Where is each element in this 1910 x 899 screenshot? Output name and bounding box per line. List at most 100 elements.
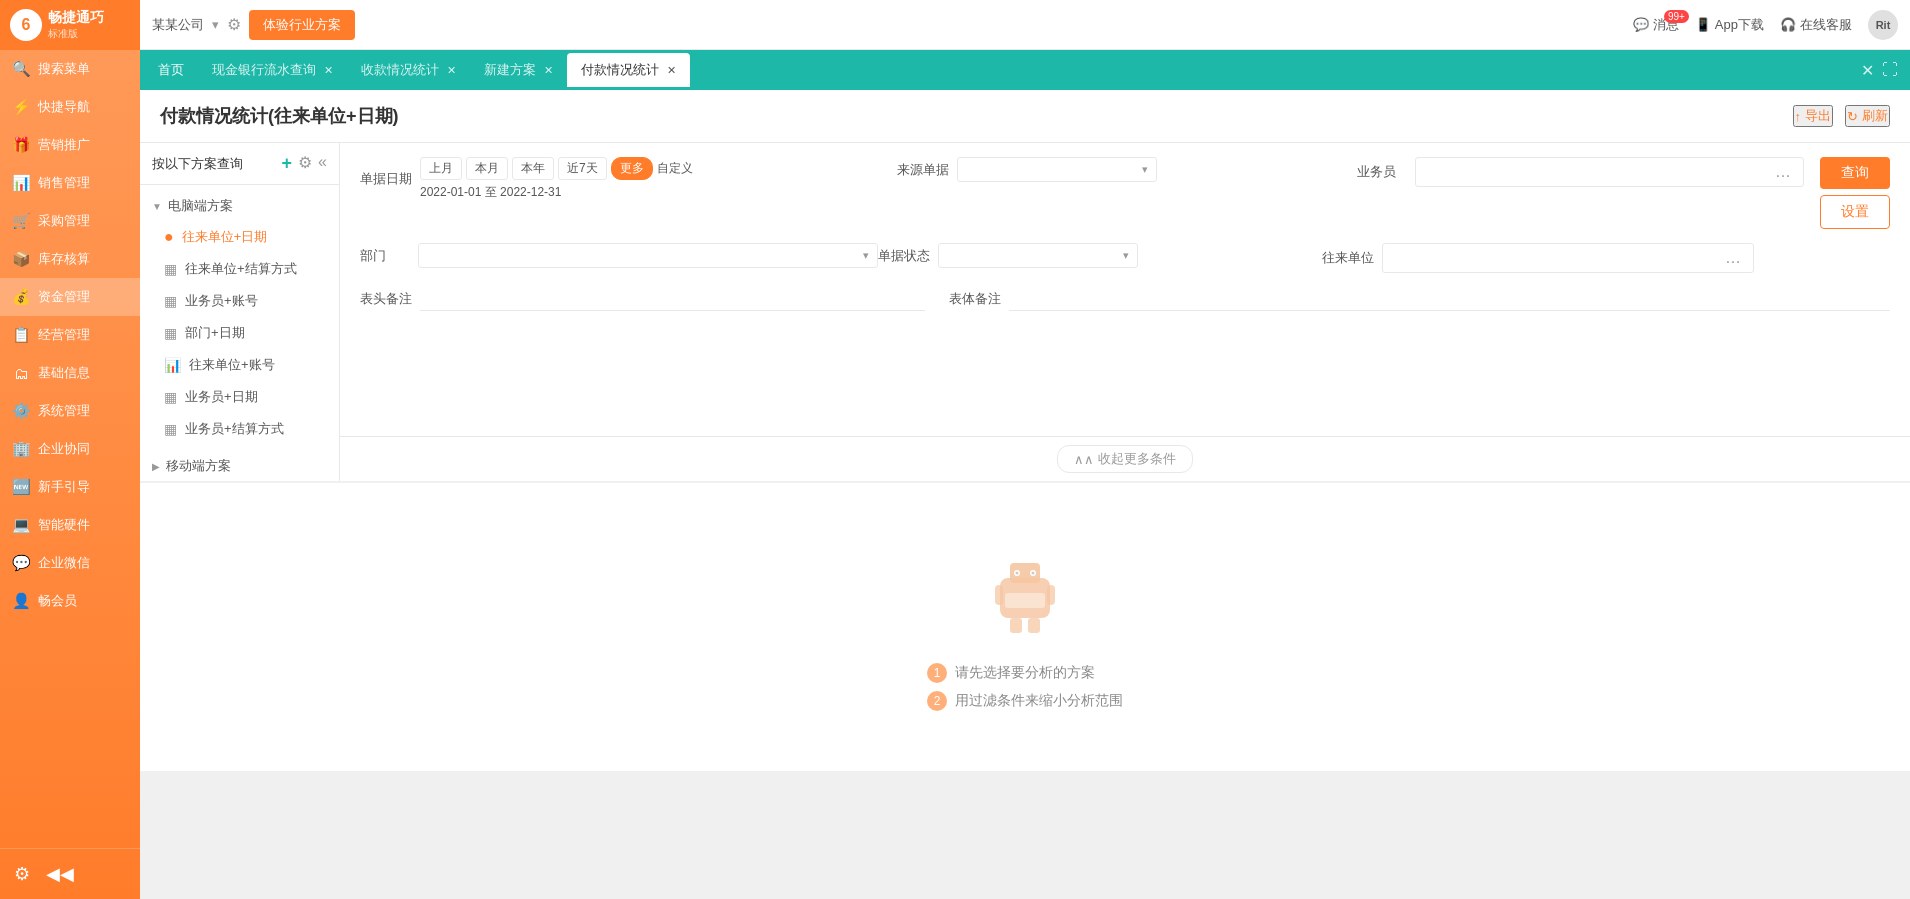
sidebar-item-inventory[interactable]: 📦 库存核算	[0, 240, 140, 278]
body-note-label: 表体备注	[949, 290, 1001, 308]
date-tab-more[interactable]: 更多	[611, 157, 653, 180]
app-download-label: App下载	[1715, 16, 1764, 34]
date-tab-last-month[interactable]: 上月	[420, 157, 462, 180]
scheme-settings-btn[interactable]: ⚙	[298, 153, 312, 174]
topbar-settings-icon[interactable]: ⚙	[227, 15, 241, 34]
close-all-tabs-btn[interactable]: ✕	[1861, 61, 1874, 80]
messages-badge: 99+	[1664, 10, 1689, 23]
tab-receipt-close[interactable]: ✕	[447, 64, 456, 77]
scheme-panel-header: 按以下方案查询 + ⚙ «	[140, 143, 339, 185]
tab-cashflow[interactable]: 现金银行流水查询 ✕	[198, 53, 347, 87]
tab-home[interactable]: 首页	[144, 53, 198, 87]
sidebar-item-label: 智能硬件	[38, 516, 90, 534]
sidebar-item-wechat[interactable]: 💬 企业微信	[0, 544, 140, 582]
sidebar-item-hardware[interactable]: 💻 智能硬件	[0, 506, 140, 544]
tab-new-scheme-close[interactable]: ✕	[544, 64, 553, 77]
tab-new-scheme-label: 新建方案	[484, 61, 536, 79]
header-note-label: 表头备注	[360, 290, 412, 308]
scheme-desktop-header[interactable]: ▼ 电脑端方案	[140, 191, 339, 221]
scheme-mobile-header[interactable]: ▶ 移动端方案	[140, 451, 339, 481]
tab-cashflow-close[interactable]: ✕	[324, 64, 333, 77]
date-tab-7days[interactable]: 近7天	[558, 157, 607, 180]
scheme-item-label: 往来单位+日期	[182, 228, 268, 246]
tab-payment[interactable]: 付款情况统计 ✕	[567, 53, 690, 87]
date-tab-this-year[interactable]: 本年	[512, 157, 554, 180]
tabs-actions: ✕ ⛶	[1861, 61, 1906, 80]
scheme-item-staff-date[interactable]: ▦ 业务员+日期	[140, 381, 339, 413]
scheme-item-staff-settlement[interactable]: ▦ 业务员+结算方式	[140, 413, 339, 445]
staff-input[interactable]	[1424, 165, 1772, 180]
dept-select[interactable]: ▾	[418, 243, 878, 268]
body-note-input[interactable]	[1009, 291, 1890, 306]
date-field: 单据日期 上月 本月 本年 近7天 更多 自定义	[360, 157, 897, 201]
maximize-btn[interactable]: ⛶	[1882, 61, 1898, 80]
scheme-item-dept-date[interactable]: ▦ 部门+日期	[140, 317, 339, 349]
refresh-btn[interactable]: ↻ 刷新	[1845, 105, 1890, 127]
sidebar-item-label: 采购管理	[38, 212, 90, 230]
settings-footer-btn[interactable]: ⚙	[10, 859, 34, 889]
scheme-collapse-btn[interactable]: «	[318, 153, 327, 174]
query-btn[interactable]: 查询	[1820, 157, 1890, 189]
scheme-item-partner-account[interactable]: 📊 往来单位+账号	[140, 349, 339, 381]
partner-ellipsis-btn[interactable]: …	[1721, 249, 1745, 267]
sidebar-item-purchase[interactable]: 🛒 采购管理	[0, 202, 140, 240]
sidebar-item-sales[interactable]: 📊 销售管理	[0, 164, 140, 202]
scheme-add-btn[interactable]: +	[282, 153, 293, 174]
tab-new-scheme[interactable]: 新建方案 ✕	[470, 53, 567, 87]
tab-payment-label: 付款情况统计	[581, 61, 659, 79]
sidebar-item-coop[interactable]: 🏢 企业协同	[0, 430, 140, 468]
sidebar-logo: 6	[10, 9, 42, 41]
user-icon: 👤	[12, 592, 30, 610]
phone-icon: 📱	[1695, 17, 1711, 32]
tab-receipt[interactable]: 收款情况统计 ✕	[347, 53, 470, 87]
header-note-field: 表头备注	[360, 287, 925, 311]
sidebar-item-label: 搜索菜单	[38, 60, 90, 78]
active-scheme-icon: ●	[164, 228, 174, 246]
online-service-btn[interactable]: 🎧 在线客服	[1780, 16, 1852, 34]
scheme-item-partner-date[interactable]: ● 往来单位+日期	[140, 221, 339, 253]
collapse-btn-label: 收起更多条件	[1098, 450, 1176, 468]
scheme-item-partner-settlement[interactable]: ▦ 往来单位+结算方式	[140, 253, 339, 285]
header-note-input[interactable]	[420, 291, 925, 306]
sidebar-item-finance[interactable]: 💰 资金管理	[0, 278, 140, 316]
messages-btn[interactable]: 💬 消息 99+	[1633, 16, 1679, 34]
body-note-field: 表体备注	[949, 287, 1890, 311]
topbar-left: 某某公司 ▾ ⚙ 体验行业方案	[152, 10, 1623, 40]
date-value: 上月 本月 本年 近7天 更多 自定义 2022-01-01 至 2022-12…	[420, 157, 897, 201]
trial-btn[interactable]: 体验行业方案	[249, 10, 355, 40]
tab-payment-close[interactable]: ✕	[667, 64, 676, 77]
partner-input-wrapper: …	[1382, 243, 1754, 273]
status-select[interactable]: ▾	[938, 243, 1138, 268]
sidebar-item-search[interactable]: 🔍 搜索菜单	[0, 50, 140, 88]
money-icon: 💰	[12, 288, 30, 306]
date-tab-this-month[interactable]: 本月	[466, 157, 508, 180]
sidebar-item-operation[interactable]: 📋 经营管理	[0, 316, 140, 354]
staff-field: 业务员 …	[1357, 157, 1805, 187]
sidebar-item-marketing[interactable]: 🎁 营销推广	[0, 126, 140, 164]
sidebar-item-system[interactable]: ⚙️ 系统管理	[0, 392, 140, 430]
sidebar-item-label: 基础信息	[38, 364, 90, 382]
scheme-item-staff-account[interactable]: ▦ 业务员+账号	[140, 285, 339, 317]
laptop-icon: 💻	[12, 516, 30, 534]
sidebar-item-basic[interactable]: 🗂 基础信息	[0, 354, 140, 392]
company-name: 某某公司	[152, 16, 204, 34]
user-avatar[interactable]: Rit	[1868, 10, 1898, 40]
settings-filter-btn[interactable]: 设置	[1820, 195, 1890, 229]
company-dropdown-arrow[interactable]: ▾	[212, 17, 219, 32]
scheme-item-label: 业务员+账号	[185, 292, 258, 310]
sidebar-item-guide[interactable]: 🆕 新手引导	[0, 468, 140, 506]
export-btn[interactable]: ↑ 导出	[1793, 105, 1834, 127]
source-select[interactable]: ▾	[957, 157, 1157, 182]
gear2-icon: ⚙️	[12, 402, 30, 420]
collapse-sidebar-btn[interactable]: ◀◀	[42, 859, 78, 889]
app-download-btn[interactable]: 📱 App下载	[1695, 16, 1764, 34]
staff-ellipsis-btn[interactable]: …	[1771, 163, 1795, 181]
scheme-panel-title: 按以下方案查询	[152, 155, 243, 173]
sidebar-item-label: 企业协同	[38, 440, 90, 458]
empty-state: 1 请先选择要分析的方案 2 用过滤条件来缩小分析范围	[140, 483, 1910, 771]
partner-input[interactable]	[1391, 251, 1721, 266]
svg-point-4	[1016, 572, 1019, 575]
collapse-conditions-btn[interactable]: ∧∧ 收起更多条件	[1057, 445, 1193, 473]
sidebar-item-shortcut[interactable]: ⚡ 快捷导航	[0, 88, 140, 126]
sidebar-item-member[interactable]: 👤 畅会员	[0, 582, 140, 620]
